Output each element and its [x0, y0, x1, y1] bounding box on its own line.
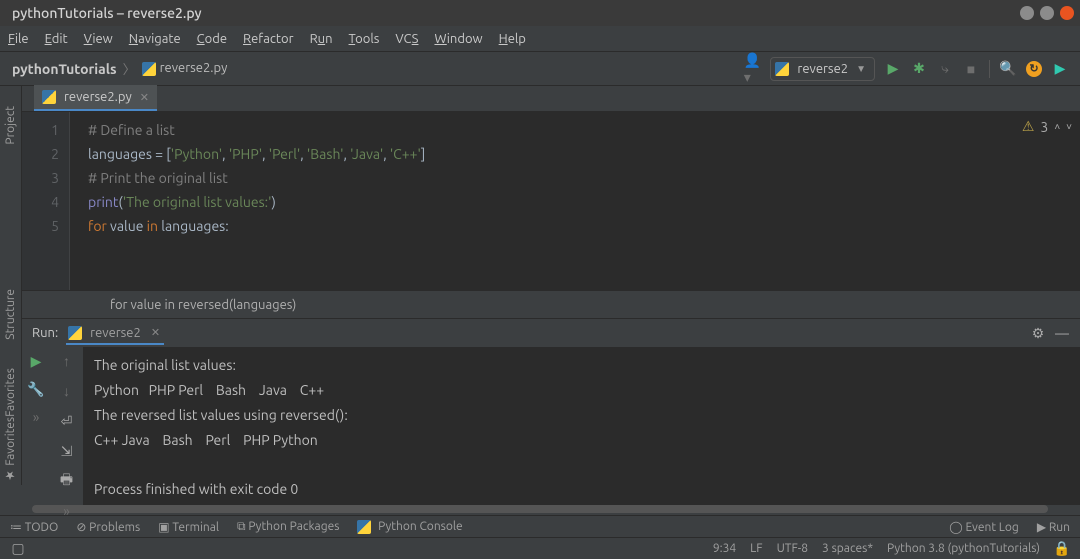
problems-toolwindow-button[interactable]: ⊘ Problems [76, 520, 140, 534]
menu-code[interactable]: Code [197, 32, 227, 46]
statusbar-toggle-icon[interactable]: ▢ [10, 541, 26, 557]
add-user-icon[interactable]: 👤▾ [744, 61, 760, 77]
print-icon[interactable]: 🖶 [59, 473, 75, 489]
editor: reverse2.py ✕ 1 2 3 4 5 # Define a list … [22, 86, 1080, 318]
menu-navigate[interactable]: Navigate [129, 32, 181, 46]
menu-edit[interactable]: Edit [45, 32, 68, 46]
softwrap-icon[interactable]: ⏎ [59, 413, 75, 429]
run-toolbar-left: ▶ 🔧 » [22, 347, 50, 505]
favorites-toolwindow-button[interactable]: ★ FavoritesFavorites [4, 368, 18, 482]
stop-button-icon[interactable]: ■ [963, 61, 979, 77]
menu-view[interactable]: View [84, 32, 113, 46]
line-separator[interactable]: LF [750, 542, 762, 555]
menu-window[interactable]: Window [434, 32, 482, 46]
toolbar-right: 👤▾ reverse2 ▼ ▶ ✱ ⤷ ■ 🔍 ↻ ▶ [744, 57, 1068, 81]
editor-tabs: reverse2.py ✕ [22, 86, 1080, 112]
breadcrumb-sep-icon: 〉 [123, 59, 136, 78]
indent-settings[interactable]: 3 spaces* [822, 542, 873, 555]
left-tool-stripe-bottom: Structure ★ FavoritesFavorites [0, 285, 22, 485]
structure-toolwindow-button[interactable]: Structure [4, 289, 17, 340]
rerun-icon[interactable]: ▶ [28, 353, 44, 369]
close-runtab-icon[interactable]: ✕ [151, 326, 160, 339]
warning-count: 3 [1040, 119, 1048, 135]
menu-refactor[interactable]: Refactor [243, 32, 294, 46]
status-bar: ▢ 9:34 LF UTF-8 3 spaces* Python 3.8 (py… [0, 537, 1080, 559]
menu-file[interactable]: File [8, 32, 29, 46]
console-output[interactable]: The original list values: Python PHP Per… [84, 347, 1080, 505]
coverage-button-icon[interactable]: ⤷ [937, 61, 953, 77]
chevron-up-icon[interactable]: ˄ [1054, 121, 1060, 133]
code-lines[interactable]: # Define a list languages = ['Python', '… [70, 112, 1080, 290]
up-icon[interactable]: ↑ [59, 353, 75, 369]
run-toolwindow-button[interactable]: ▶ Run [1037, 520, 1070, 534]
navigation-bar: pythonTutorials 〉 reverse2.py 👤▾ reverse… [0, 52, 1080, 86]
terminal-toolwindow-button[interactable]: ▣ Terminal [158, 520, 219, 534]
run-tool-window: Run: reverse2✕ ⚙ — ▶ 🔧 » ↑ ↓ ⏎ ⇲ 🖶 » The… [22, 318, 1080, 513]
run-header: Run: reverse2✕ ⚙ — [22, 319, 1080, 347]
project-toolwindow-button[interactable]: Project [4, 106, 17, 145]
breadcrumbs-context[interactable]: for value in reversed(languages) [22, 290, 1080, 318]
python-icon [775, 62, 789, 76]
down-icon[interactable]: ↓ [59, 383, 75, 399]
separator [989, 60, 990, 78]
breadcrumb-file[interactable]: reverse2.py [142, 61, 228, 76]
python-file-icon [142, 62, 156, 76]
todo-toolwindow-button[interactable]: ≔ TODO [10, 520, 58, 534]
python-console-toolwindow-button[interactable]: Python Console [357, 520, 462, 534]
window-title: pythonTutorials – reverse2.py [6, 5, 1014, 21]
breadcrumb: pythonTutorials 〉 reverse2.py [12, 59, 744, 78]
settings-icon[interactable]: ⚙ [1030, 325, 1046, 341]
run-button-icon[interactable]: ▶ [885, 61, 901, 77]
code-area[interactable]: 1 2 3 4 5 # Define a list languages = ['… [22, 112, 1080, 290]
python-icon [68, 326, 82, 340]
maximize-button[interactable] [1040, 6, 1054, 20]
chevron-down-icon: ▼ [856, 63, 866, 75]
search-icon[interactable]: 🔍 [1000, 61, 1016, 77]
codewithme-icon[interactable]: ▶ [1052, 61, 1068, 77]
python-packages-toolwindow-button[interactable]: ⧉ Python Packages [237, 520, 339, 534]
horizontal-scrollbar[interactable] [32, 505, 1048, 513]
menu-tools[interactable]: Tools [349, 32, 380, 46]
chevron-down-icon[interactable]: ˅ [1066, 121, 1072, 133]
python-icon [357, 520, 371, 534]
menu-vcs[interactable]: VCS [395, 32, 418, 46]
editor-tab-reverse2[interactable]: reverse2.py ✕ [34, 85, 157, 111]
file-encoding[interactable]: UTF-8 [777, 542, 808, 555]
event-log-button[interactable]: ◯ Event Log [949, 520, 1019, 534]
bottom-tool-stripe: ≔ TODO ⊘ Problems ▣ Terminal ⧉ Python Pa… [0, 515, 1080, 537]
run-toolbar-left-2: ↑ ↓ ⏎ ⇲ 🖶 » [50, 347, 84, 505]
menu-help[interactable]: Help [499, 32, 526, 46]
inspection-widget[interactable]: ⚠ 3 ˄ ˅ [1022, 118, 1072, 135]
window-titlebar: pythonTutorials – reverse2.py [0, 0, 1080, 26]
caret-position[interactable]: 9:34 [713, 542, 736, 555]
minimize-button[interactable] [1020, 6, 1034, 20]
editor-area: Project reverse2.py ✕ 1 2 3 4 5 # Define… [0, 86, 1080, 318]
ide-update-icon[interactable]: ↻ [1026, 61, 1042, 77]
hide-panel-icon[interactable]: — [1054, 325, 1070, 341]
editor-tab-label: reverse2.py [64, 90, 132, 104]
scroll-end-icon[interactable]: ⇲ [59, 443, 75, 459]
run-body: ▶ 🔧 » ↑ ↓ ⏎ ⇲ 🖶 » The original list valu… [22, 347, 1080, 505]
run-tab[interactable]: reverse2✕ [66, 322, 164, 345]
line-number-gutter: 1 2 3 4 5 [22, 112, 70, 290]
menu-bar: File Edit View Navigate Code Refactor Ru… [0, 26, 1080, 52]
python-file-icon [42, 90, 56, 104]
left-tool-stripe: Project [0, 86, 22, 318]
python-interpreter[interactable]: Python 3.8 (pythonTutorials) [887, 542, 1040, 555]
lock-icon[interactable]: 🔒 [1054, 541, 1070, 557]
run-config-selector[interactable]: reverse2 ▼ [770, 57, 875, 81]
close-tab-icon[interactable]: ✕ [140, 91, 149, 104]
close-window-button[interactable] [1060, 6, 1074, 20]
menu-run[interactable]: Run [310, 32, 333, 46]
more-icon-2[interactable]: » [59, 503, 75, 519]
run-config-name: reverse2 [797, 62, 848, 76]
warning-icon: ⚠ [1022, 118, 1035, 135]
debug-button-icon[interactable]: ✱ [911, 61, 927, 77]
wrench-icon[interactable]: 🔧 [28, 381, 44, 397]
more-icon[interactable]: » [28, 409, 44, 425]
breadcrumb-project[interactable]: pythonTutorials [12, 61, 117, 77]
run-label: Run: [32, 326, 58, 340]
